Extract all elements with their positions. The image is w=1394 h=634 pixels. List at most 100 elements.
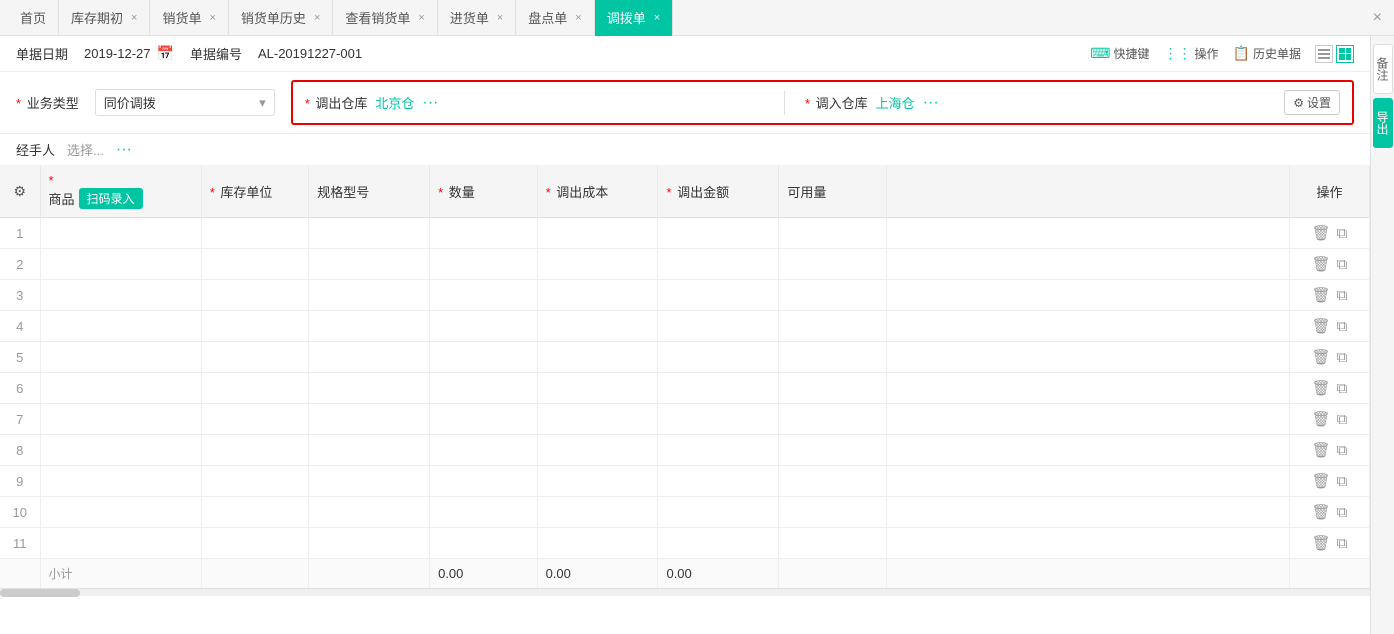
tab-close-stocktake[interactable]: × [575,12,581,24]
copy-icon-row10[interactable]: ⧉ [1337,504,1348,521]
tab-close-purchase[interactable]: × [497,12,503,24]
history-btn[interactable]: 📋 历史单据 [1233,45,1301,62]
handler-more-btn[interactable]: ··· [116,141,132,159]
copy-icon-row4[interactable]: ⧉ [1337,318,1348,335]
row-1-ops: 🗑 ⧉ [1290,218,1370,249]
warehouse-setting-btn[interactable]: ⚙ 设置 [1284,90,1340,115]
biz-required-star: * [16,96,21,111]
keyboard-icon: ⌨ [1090,45,1110,62]
row-num-1: 1 [0,218,40,249]
row-1-spacer [886,218,1289,249]
row-1-goods[interactable] [40,218,201,249]
operation-icon: ⋮⋮ [1164,45,1192,62]
date-value: 2019-12-27 [84,46,151,61]
horizontal-scrollbar[interactable] [0,588,1370,596]
calendar-icon[interactable]: 📅 [157,45,174,62]
tab-close-view-sales[interactable]: × [418,12,424,24]
table-row: 5 🗑⧉ [0,342,1370,373]
scan-button[interactable]: 扫码录入 [79,188,143,209]
window-close-button[interactable]: × [1373,9,1382,27]
scrollbar-thumb[interactable] [0,589,80,597]
th-unit: 库存单位 [201,165,308,218]
date-label: 单据日期 [16,44,68,63]
delete-icon-row3[interactable]: 🗑 [1312,286,1331,304]
tab-view-sales[interactable]: 查看销货单 × [333,0,437,36]
layout-list-icon[interactable] [1315,45,1333,63]
delete-icon-row9[interactable]: 🗑 [1312,472,1331,490]
th-available: 可用量 [779,165,886,218]
copy-icon-row5[interactable]: ⧉ [1337,349,1348,366]
subtotal-cost: 0.00 [537,559,658,589]
tab-inventory-init[interactable]: 库存期初 × [59,0,150,36]
tab-transfer[interactable]: 调拨单 × [595,0,673,36]
tab-sales-history[interactable]: 销货单历史 × [229,0,333,36]
tab-purchase[interactable]: 进货单 × [438,0,516,36]
copy-icon-row7[interactable]: ⧉ [1337,411,1348,428]
row-1-qty[interactable] [430,218,537,249]
biz-type-value: 同价调拨 [104,93,156,112]
subtotal-row: 小计 0.00 0.00 0.00 [0,559,1370,589]
tab-stocktake[interactable]: 盘点单 × [516,0,594,36]
tab-close-transfer[interactable]: × [654,12,660,24]
main-content: 单据日期 2019-12-27 📅 单据编号 AL-20191227-001 ⌨… [0,36,1370,634]
gear-icon: ⚙ [1293,96,1304,110]
export-side-btn[interactable]: 导出 [1373,98,1393,148]
subtotal-qty: 0.00 [430,559,537,589]
delete-icon-row5[interactable]: 🗑 [1312,348,1331,366]
copy-icon-row1[interactable]: ⧉ [1337,225,1348,242]
table-row: 1 🗑 ⧉ [0,218,1370,249]
row-1-unit[interactable] [201,218,308,249]
tab-close-inventory-init[interactable]: × [131,12,137,24]
row-1-cost[interactable] [537,218,658,249]
handler-select[interactable]: 选择... [67,140,104,159]
warehouse-divider [784,91,785,115]
delete-icon-row6[interactable]: 🗑 [1312,379,1331,397]
copy-icon-row3[interactable]: ⧉ [1337,287,1348,304]
top-form: 单据日期 2019-12-27 📅 单据编号 AL-20191227-001 ⌨… [0,36,1370,165]
history-icon: 📋 [1233,45,1250,62]
table-row: 6 🗑⧉ [0,373,1370,404]
warehouse-in-label: * 调入仓库 [805,93,868,112]
table-gear-icon[interactable]: ⚙ [13,183,26,199]
warehouse-out-more-btn[interactable]: ··· [422,94,438,112]
tab-home[interactable]: 首页 [8,0,59,36]
in-required-star: * [805,96,810,111]
tab-close-sales-history[interactable]: × [314,12,320,24]
delete-icon-row4[interactable]: 🗑 [1312,317,1331,335]
warehouse-out-value: 北京仓 [375,93,414,112]
shortcut-btn[interactable]: ⌨ 快捷键 [1090,45,1149,62]
warehouse-in-field: * 调入仓库 上海仓 ··· [805,93,1264,112]
delete-icon-row10[interactable]: 🗑 [1312,503,1331,521]
operation-btn[interactable]: ⋮⋮ 操作 [1164,45,1219,62]
warehouse-in-more-btn[interactable]: ··· [923,94,939,112]
copy-icon-row11[interactable]: ⧉ [1337,535,1348,552]
row-1-amount[interactable] [658,218,779,249]
row-1-available[interactable] [779,218,886,249]
delete-icon-row2[interactable]: 🗑 [1312,255,1331,273]
copy-icon-row9[interactable]: ⧉ [1337,473,1348,490]
table-container: ⚙ 商品 扫码录入 库存单位 规格型号 数量 [0,165,1370,634]
delete-icon-row8[interactable]: 🗑 [1312,441,1331,459]
th-amount: 调出金额 [658,165,779,218]
th-operation: 操作 [1290,165,1370,218]
tab-sales-order[interactable]: 销货单 × [150,0,228,36]
delete-icon-row7[interactable]: 🗑 [1312,410,1331,428]
delete-icon-row1[interactable]: 🗑 [1312,224,1331,242]
side-panel: 备注 导出 [1370,36,1394,634]
copy-icon-row6[interactable]: ⧉ [1337,380,1348,397]
row-1-spec[interactable] [309,218,430,249]
table-row: 10 🗑⧉ [0,497,1370,528]
notes-side-btn[interactable]: 备注 [1373,44,1393,94]
th-spacer [886,165,1289,218]
table-row: 9 🗑⧉ [0,466,1370,497]
table-row: 4 🗑⧉ [0,311,1370,342]
layout-grid-icon[interactable] [1336,45,1354,63]
date-field[interactable]: 2019-12-27 📅 [84,45,174,62]
delete-icon-row11[interactable]: 🗑 [1312,534,1331,552]
tab-close-sales-order[interactable]: × [209,12,215,24]
copy-icon-row8[interactable]: ⧉ [1337,442,1348,459]
biz-type-select[interactable]: 同价调拨 ▾ [95,89,275,116]
copy-icon-row2[interactable]: ⧉ [1337,256,1348,273]
table-row: 11 🗑⧉ [0,528,1370,559]
subtotal-amount: 0.00 [658,559,779,589]
